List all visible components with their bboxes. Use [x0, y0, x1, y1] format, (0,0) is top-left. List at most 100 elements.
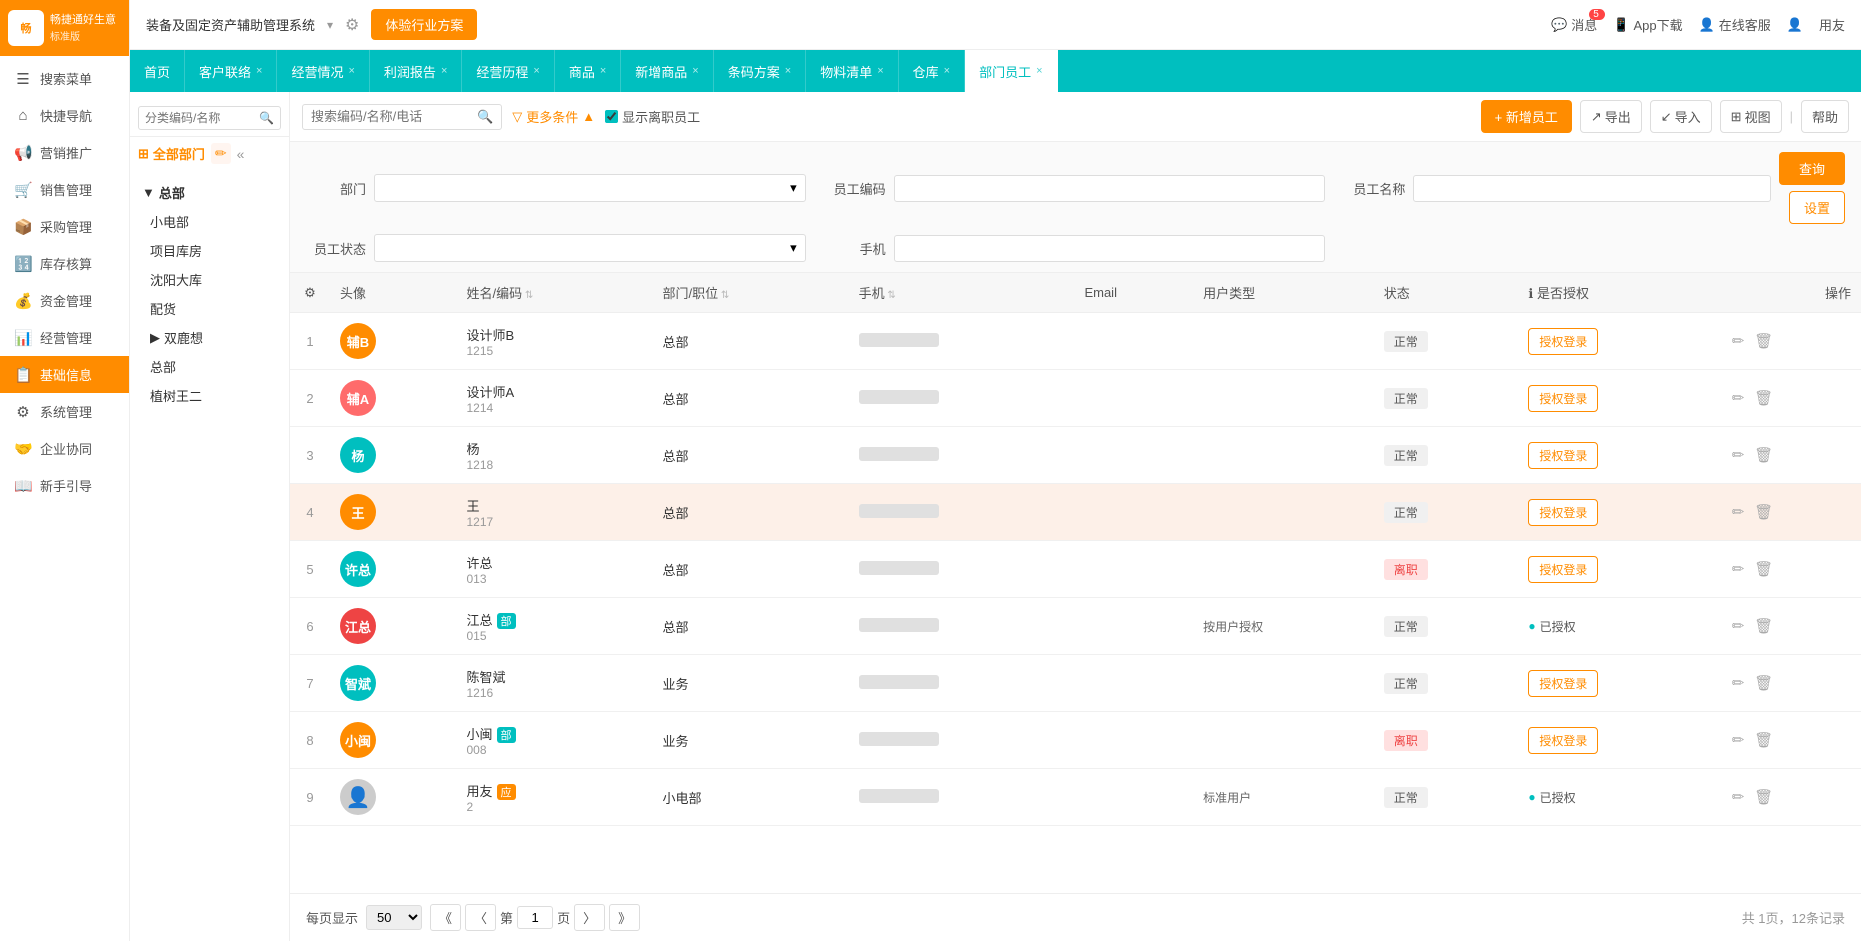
auth-login-button[interactable]: 授权登录 — [1528, 556, 1598, 583]
auth-login-button[interactable]: 授权登录 — [1528, 328, 1598, 355]
show-resign-checkbox[interactable] — [605, 110, 618, 123]
edit-icon[interactable]: ✏ — [1732, 389, 1745, 407]
edit-icon[interactable]: ✏ — [1732, 503, 1745, 521]
dept-node-general[interactable]: ▼ 总部 — [134, 178, 285, 207]
delete-icon[interactable]: 🗑 — [1754, 674, 1773, 692]
tab-biz-situation[interactable]: 经营情况 × — [277, 50, 369, 92]
delete-icon[interactable]: 🗑 — [1754, 503, 1773, 521]
sidebar-item-search-menu[interactable]: ☰ 搜索菜单 — [0, 60, 129, 97]
tab-goods[interactable]: 商品 × — [555, 50, 621, 92]
sidebar-item-enterprise[interactable]: 🤝 企业协同 — [0, 430, 129, 467]
sidebar-item-sales[interactable]: 🛒 销售管理 — [0, 171, 129, 208]
dept-edit-icon[interactable]: ✏ — [211, 143, 231, 164]
tab-biz-history-close[interactable]: × — [533, 65, 539, 77]
auth-login-button[interactable]: 授权登录 — [1528, 499, 1598, 526]
tab-bom-close[interactable]: × — [877, 65, 883, 77]
online-service-btn[interactable]: 👤 在线客服 — [1699, 15, 1771, 34]
tab-warehouse[interactable]: 仓库 × — [899, 50, 965, 92]
add-employee-button[interactable]: + 新增员工 — [1481, 100, 1572, 133]
sidebar-item-purchase[interactable]: 📦 采购管理 — [0, 208, 129, 245]
dept-node-shuanglu[interactable]: ▶ 双鹿想 — [134, 323, 285, 352]
tab-goods-close[interactable]: × — [600, 65, 606, 77]
last-page-btn[interactable]: 》 — [609, 904, 640, 931]
col-dept[interactable]: 部门/职位 — [653, 273, 849, 313]
message-btn[interactable]: 💬 消息 5 — [1551, 15, 1597, 34]
tab-barcode-close[interactable]: × — [785, 65, 791, 77]
tab-warehouse-close[interactable]: × — [944, 65, 950, 77]
tab-bom[interactable]: 物料清单 × — [806, 50, 898, 92]
import-button[interactable]: ↙ 导入 — [1650, 100, 1712, 133]
export-button[interactable]: ↗ 导出 — [1580, 100, 1642, 133]
dept-node-project[interactable]: 项目库房 — [134, 236, 285, 265]
tab-customer-close[interactable]: × — [256, 65, 262, 77]
dept-node-zongbu[interactable]: 总部 — [134, 352, 285, 381]
status-filter-select[interactable]: ▾ — [374, 234, 806, 262]
next-page-btn[interactable]: 〉 — [574, 904, 605, 931]
tab-add-goods[interactable]: 新增商品 × — [621, 50, 713, 92]
delete-icon[interactable]: 🗑 — [1754, 617, 1773, 635]
delete-icon[interactable]: 🗑 — [1754, 332, 1773, 350]
edit-icon[interactable]: ✏ — [1732, 731, 1745, 749]
query-button[interactable]: 查询 — [1779, 152, 1845, 185]
phone-input[interactable] — [894, 235, 1326, 262]
sidebar-item-basic-info[interactable]: 📋 基础信息 — [0, 356, 129, 393]
app-download-btn[interactable]: 📱 App下载 — [1613, 15, 1682, 34]
col-phone[interactable]: 手机 — [849, 273, 1075, 313]
auth-login-button[interactable]: 授权登录 — [1528, 727, 1598, 754]
sidebar-item-quick-nav[interactable]: ⌂ 快捷导航 — [0, 97, 129, 134]
auth-login-button[interactable]: 授权登录 — [1528, 385, 1598, 412]
topbar-gear-icon[interactable]: ⚙ — [345, 15, 359, 35]
tab-home[interactable]: 首页 — [130, 50, 185, 92]
all-dept-label[interactable]: ⊞ 全部部门 — [138, 144, 205, 163]
edit-icon[interactable]: ✏ — [1732, 617, 1745, 635]
tab-biz-situation-close[interactable]: × — [348, 65, 354, 77]
sidebar-item-finance[interactable]: 💰 资金管理 — [0, 282, 129, 319]
auth-login-button[interactable]: 授权登录 — [1528, 670, 1598, 697]
delete-icon[interactable]: 🗑 — [1754, 788, 1773, 806]
delete-icon[interactable]: 🗑 — [1754, 560, 1773, 578]
col-setting-icon[interactable]: ⚙ — [304, 285, 316, 300]
edit-icon[interactable]: ✏ — [1732, 332, 1745, 350]
delete-icon[interactable]: 🗑 — [1754, 731, 1773, 749]
edit-icon[interactable]: ✏ — [1732, 674, 1745, 692]
show-resign-label[interactable]: 显示离职员工 — [605, 107, 700, 126]
dept-collapse-icon[interactable]: « — [237, 146, 245, 162]
topbar-dropdown-arrow[interactable]: ▾ — [327, 18, 333, 32]
set-button[interactable]: 设置 — [1789, 191, 1845, 224]
delete-icon[interactable]: 🗑 — [1754, 389, 1773, 407]
more-conditions-btn[interactable]: ▽ 更多条件 ▲ — [512, 107, 595, 126]
dept-node-pei-huo[interactable]: 配货 — [134, 294, 285, 323]
tab-profit-close[interactable]: × — [441, 65, 447, 77]
col-setting[interactable]: ⚙ — [290, 273, 330, 313]
sidebar-item-marketing[interactable]: 📢 营销推广 — [0, 134, 129, 171]
tab-dept-staff[interactable]: 部门员工 × — [965, 50, 1057, 92]
delete-icon[interactable]: 🗑 — [1754, 446, 1773, 464]
edit-icon[interactable]: ✏ — [1732, 788, 1745, 806]
sidebar-item-operation[interactable]: 📊 经营管理 — [0, 319, 129, 356]
edit-icon[interactable]: ✏ — [1732, 446, 1745, 464]
current-page-input[interactable] — [517, 906, 553, 929]
sidebar-item-guide[interactable]: 📖 新手引导 — [0, 467, 129, 504]
sidebar-item-inventory[interactable]: 🔢 库存核算 — [0, 245, 129, 282]
tab-customer[interactable]: 客户联络 × — [185, 50, 277, 92]
prev-page-btn[interactable]: 〈 — [465, 904, 496, 931]
dept-node-xiao-dian[interactable]: 小电部 — [134, 207, 285, 236]
help-button[interactable]: 帮助 — [1801, 100, 1849, 133]
emp-code-input[interactable] — [894, 175, 1326, 202]
search-input[interactable] — [311, 109, 471, 124]
auth-login-button[interactable]: 授权登录 — [1528, 442, 1598, 469]
sidebar-item-system[interactable]: ⚙ 系统管理 — [0, 393, 129, 430]
tab-biz-history[interactable]: 经营历程 × — [462, 50, 554, 92]
tab-barcode[interactable]: 条码方案 × — [714, 50, 806, 92]
view-button[interactable]: ⊞ 视图 — [1720, 100, 1782, 133]
tab-profit[interactable]: 利润报告 × — [370, 50, 462, 92]
first-page-btn[interactable]: 《 — [430, 904, 461, 931]
dept-node-shenyang[interactable]: 沈阳大库 — [134, 265, 285, 294]
trial-button[interactable]: 体验行业方案 — [371, 9, 477, 40]
dept-filter-select[interactable]: ▾ — [374, 174, 806, 202]
tab-add-goods-close[interactable]: × — [692, 65, 698, 77]
per-page-select[interactable]: 50 100 — [366, 905, 422, 930]
emp-name-input[interactable] — [1413, 175, 1771, 202]
dept-node-planting[interactable]: 植树王二 — [134, 381, 285, 410]
edit-icon[interactable]: ✏ — [1732, 560, 1745, 578]
